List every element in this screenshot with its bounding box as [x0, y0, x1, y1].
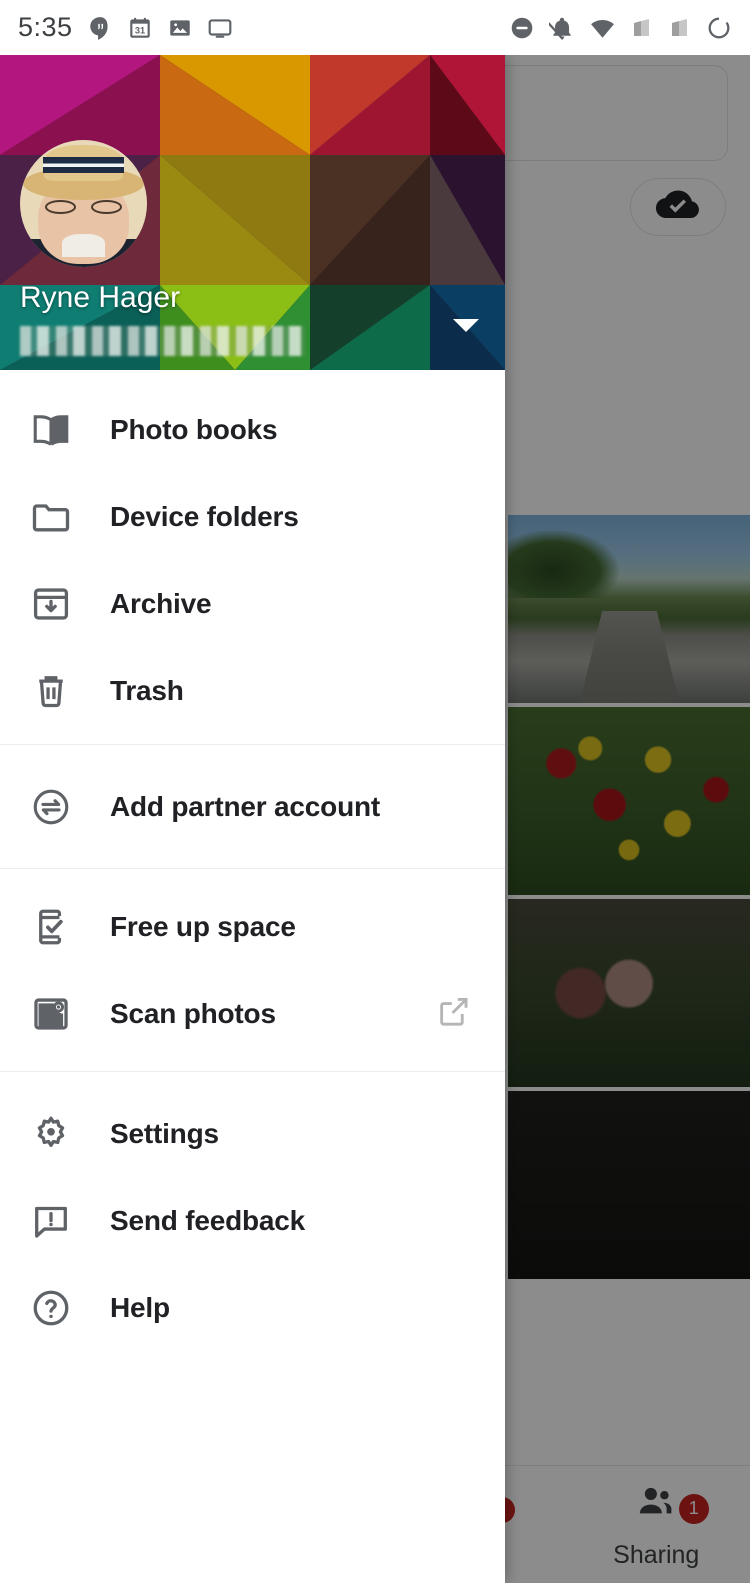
drawer-item-label: Send feedback	[110, 1204, 306, 1236]
drawer-item-trash[interactable]: Trash	[0, 647, 505, 734]
drawer-section-library: Photo books Device folders Archive Trash	[0, 374, 505, 744]
avatar[interactable]	[20, 140, 147, 267]
status-bar-right	[509, 15, 732, 41]
drawer-menu: Photo books Device folders Archive Trash…	[0, 370, 505, 1583]
drawer-item-add-partner-account[interactable]: Add partner account	[0, 763, 505, 850]
drawer-section-support: Settings Send feedback Help	[0, 1071, 505, 1369]
phone-check-icon	[28, 904, 74, 950]
partner-swap-icon	[28, 784, 74, 830]
drawer-item-free-up-space[interactable]: Free up space	[0, 883, 505, 970]
screen: 5:35 31 1 Sharing Ryne Hager Photo books…	[0, 0, 750, 1583]
cast-screen-icon	[207, 15, 233, 41]
folder-icon	[28, 494, 74, 540]
drawer-item-label: Free up space	[110, 910, 296, 942]
drawer-header: Ryne Hager	[0, 55, 505, 370]
drawer-item-label: Trash	[110, 674, 184, 706]
svg-text:31: 31	[134, 25, 144, 35]
drawer-item-settings[interactable]: Settings	[0, 1090, 505, 1177]
avatar-hat-band	[42, 156, 125, 173]
wifi-icon	[589, 15, 616, 41]
drawer-section-tools: Free up space Scan photos	[0, 868, 505, 1071]
drawer-item-help[interactable]: Help	[0, 1264, 505, 1351]
account-name: Ryne Hager	[20, 281, 181, 314]
drawer-item-scan-photos[interactable]: Scan photos	[0, 970, 505, 1057]
scan-photo-icon	[28, 991, 74, 1037]
status-bar-clock: 5:35	[18, 12, 73, 42]
gear-icon	[28, 1111, 74, 1157]
drawer-item-label: Add partner account	[110, 790, 381, 822]
photo-book-icon	[28, 407, 74, 453]
battery-icon	[706, 15, 732, 41]
help-circle-icon	[28, 1285, 74, 1331]
avatar-collar	[61, 233, 106, 257]
drawer-item-send-feedback[interactable]: Send feedback	[0, 1177, 505, 1264]
drawer-item-archive[interactable]: Archive	[0, 560, 505, 647]
drawer-item-label: Device folders	[110, 500, 299, 532]
archive-box-icon	[28, 581, 74, 627]
drawer-item-label: Archive	[110, 587, 212, 619]
drawer-item-label: Scan photos	[110, 997, 276, 1029]
drawer-item-label: Photo books	[110, 413, 278, 445]
calendar-31-icon: 31	[127, 15, 153, 41]
drawer-item-device-folders[interactable]: Device folders	[0, 473, 505, 560]
status-bar: 5:35 31	[0, 0, 750, 55]
do-not-disturb-icon	[509, 15, 535, 41]
photos-image-icon	[167, 15, 193, 41]
hangouts-icon	[87, 15, 113, 41]
open-in-new-icon[interactable]	[435, 992, 473, 1035]
account-email-redacted	[20, 326, 305, 356]
drawer-section-partner: Add partner account	[0, 744, 505, 868]
chevron-down-icon[interactable]	[453, 319, 479, 332]
notifications-muted-icon	[549, 15, 575, 41]
signal-2-icon	[668, 15, 692, 41]
status-bar-left: 5:35 31	[18, 12, 233, 43]
drawer-item-label: Settings	[110, 1117, 219, 1149]
trash-icon	[28, 668, 74, 714]
avatar-glasses	[45, 199, 122, 214]
signal-1-icon	[630, 15, 654, 41]
navigation-drawer: Ryne Hager Photo books Device folders Ar…	[0, 55, 505, 1583]
drawer-item-photo-books[interactable]: Photo books	[0, 386, 505, 473]
drawer-item-label: Help	[110, 1291, 170, 1323]
feedback-bubble-icon	[28, 1198, 74, 1244]
